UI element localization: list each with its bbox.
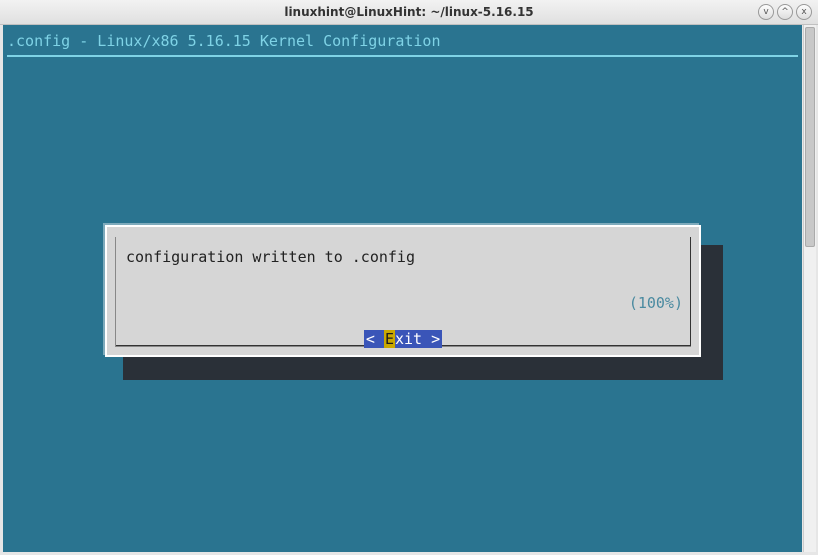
window-titlebar: linuxhint@LinuxHint: ~/linux-5.16.15 v ^… [0, 0, 818, 25]
exit-button[interactable]: < Exit > [364, 330, 442, 348]
minimize-icon[interactable]: v [758, 4, 774, 20]
window-title: linuxhint@LinuxHint: ~/linux-5.16.15 [284, 5, 533, 19]
maximize-icon[interactable]: ^ [777, 4, 793, 20]
scrollbar-thumb[interactable] [805, 27, 815, 247]
header-rule [7, 55, 798, 57]
exit-rest: xit > [395, 330, 440, 348]
confirmation-dialog: configuration written to .config (100%) … [105, 225, 701, 357]
scrollbar[interactable] [803, 25, 816, 552]
dialog-button-row: < Exit > [107, 329, 699, 349]
exit-bracket-open: < [366, 330, 384, 348]
window-controls: v ^ x [758, 4, 812, 20]
terminal-area: .config - Linux/x86 5.16.15 Kernel Confi… [3, 25, 802, 552]
exit-hotkey: E [384, 330, 395, 348]
close-icon[interactable]: x [796, 4, 812, 20]
dialog-message: configuration written to .config [126, 247, 415, 267]
dialog-percent: (100%) [627, 293, 685, 313]
config-title: .config - Linux/x86 5.16.15 Kernel Confi… [3, 25, 802, 51]
